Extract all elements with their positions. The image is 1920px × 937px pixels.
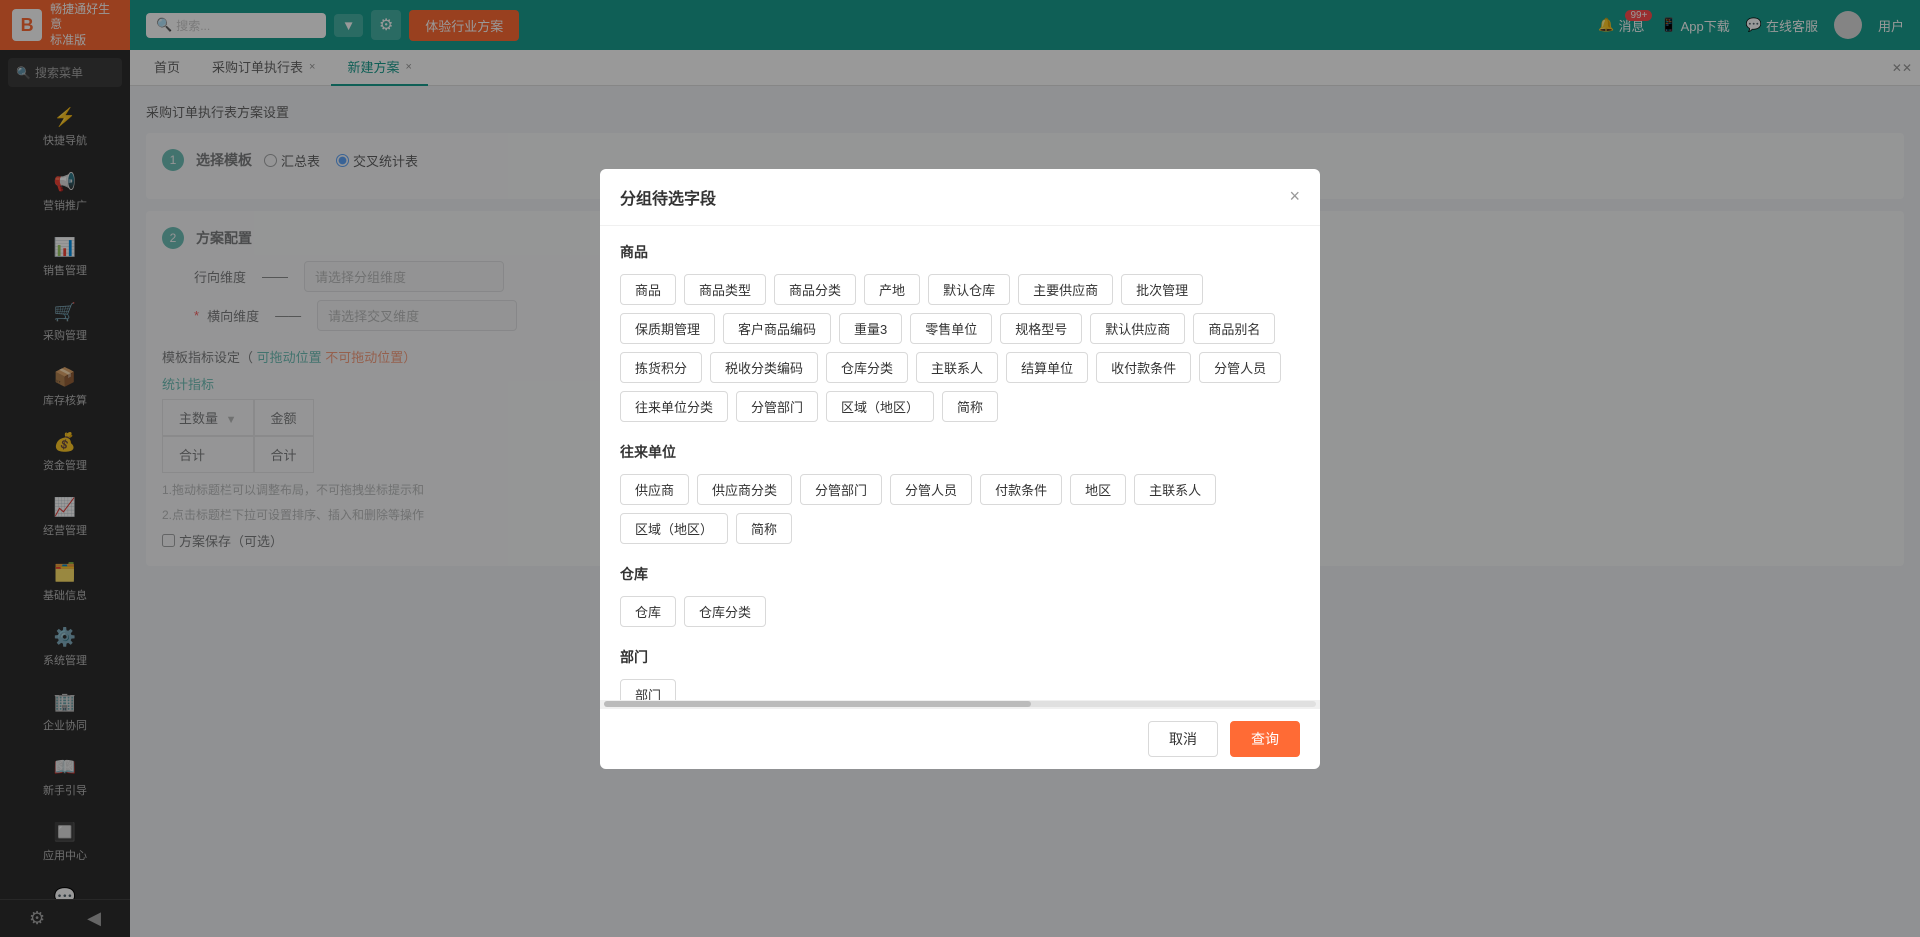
field-tag-goods-13[interactable]: 商品别名 [1193,313,1275,344]
section-partner: 往来单位 供应商 供应商分类 分管部门 分管人员 付款条件 地区 主联系人 区域… [620,442,1300,544]
field-tag-goods-0[interactable]: 商品 [620,274,676,305]
section-warehouse-title: 仓库 [620,564,1300,584]
field-tag-goods-22[interactable]: 分管部门 [736,391,818,422]
field-tag-goods-6[interactable]: 批次管理 [1121,274,1203,305]
section-warehouse-tags: 仓库 仓库分类 [620,596,1300,627]
field-select-modal: 分组待选字段 × 商品 商品 商品类型 商品分类 产地 默认仓库 主要供 [600,169,1320,769]
section-partner-title: 往来单位 [620,442,1300,462]
field-tag-goods-12[interactable]: 默认供应商 [1090,313,1185,344]
field-tag-partner-2[interactable]: 分管部门 [800,474,882,505]
field-tag-goods-4[interactable]: 默认仓库 [928,274,1010,305]
section-goods: 商品 商品 商品类型 商品分类 产地 默认仓库 主要供应商 批次管理 保质期管理… [620,242,1300,422]
field-tag-goods-9[interactable]: 重量3 [839,313,902,344]
field-tag-goods-21[interactable]: 往来单位分类 [620,391,728,422]
section-goods-title: 商品 [620,242,1300,262]
modal-confirm-button[interactable]: 查询 [1230,721,1300,757]
section-partner-tags: 供应商 供应商分类 分管部门 分管人员 付款条件 地区 主联系人 区域（地区） … [620,474,1300,544]
field-tag-goods-2[interactable]: 商品分类 [774,274,856,305]
field-tag-goods-7[interactable]: 保质期管理 [620,313,715,344]
field-tag-goods-15[interactable]: 税收分类编码 [710,352,818,383]
modal-hscroll[interactable] [600,700,1320,708]
section-goods-tags: 商品 商品类型 商品分类 产地 默认仓库 主要供应商 批次管理 保质期管理 客户… [620,274,1300,422]
field-tag-goods-8[interactable]: 客户商品编码 [723,313,831,344]
field-tag-partner-1[interactable]: 供应商分类 [697,474,792,505]
field-tag-goods-20[interactable]: 分管人员 [1199,352,1281,383]
section-department-title: 部门 [620,647,1300,667]
field-tag-warehouse-0[interactable]: 仓库 [620,596,676,627]
field-tag-goods-24[interactable]: 简称 [942,391,998,422]
field-tag-goods-3[interactable]: 产地 [864,274,920,305]
field-tag-partner-0[interactable]: 供应商 [620,474,689,505]
hscroll-thumb [604,701,1031,707]
field-tag-partner-5[interactable]: 地区 [1070,474,1126,505]
field-tag-partner-3[interactable]: 分管人员 [890,474,972,505]
modal-footer: 取消 查询 [600,708,1320,769]
field-tag-goods-5[interactable]: 主要供应商 [1018,274,1113,305]
section-warehouse: 仓库 仓库 仓库分类 [620,564,1300,627]
field-tag-goods-14[interactable]: 拣货积分 [620,352,702,383]
field-tag-partner-8[interactable]: 简称 [736,513,792,544]
modal-header: 分组待选字段 × [600,169,1320,226]
field-tag-goods-11[interactable]: 规格型号 [1000,313,1082,344]
field-tag-dept-0[interactable]: 部门 [620,679,676,700]
field-tag-warehouse-1[interactable]: 仓库分类 [684,596,766,627]
section-department: 部门 部门 [620,647,1300,700]
modal-title: 分组待选字段 [620,185,716,209]
field-tag-partner-6[interactable]: 主联系人 [1134,474,1216,505]
field-tag-goods-18[interactable]: 结算单位 [1006,352,1088,383]
modal-close-button[interactable]: × [1289,186,1300,207]
field-tag-goods-16[interactable]: 仓库分类 [826,352,908,383]
field-tag-goods-10[interactable]: 零售单位 [910,313,992,344]
field-tag-goods-1[interactable]: 商品类型 [684,274,766,305]
field-tag-goods-23[interactable]: 区域（地区） [826,391,934,422]
modal-overlay: 分组待选字段 × 商品 商品 商品类型 商品分类 产地 默认仓库 主要供 [0,0,1920,937]
modal-cancel-button[interactable]: 取消 [1148,721,1218,757]
section-department-tags: 部门 [620,679,1300,700]
field-tag-goods-17[interactable]: 主联系人 [916,352,998,383]
field-tag-partner-7[interactable]: 区域（地区） [620,513,728,544]
modal-body-scroll[interactable]: 商品 商品 商品类型 商品分类 产地 默认仓库 主要供应商 批次管理 保质期管理… [600,226,1320,700]
hscroll-track [604,701,1316,707]
field-tag-goods-19[interactable]: 收付款条件 [1096,352,1191,383]
field-tag-partner-4[interactable]: 付款条件 [980,474,1062,505]
